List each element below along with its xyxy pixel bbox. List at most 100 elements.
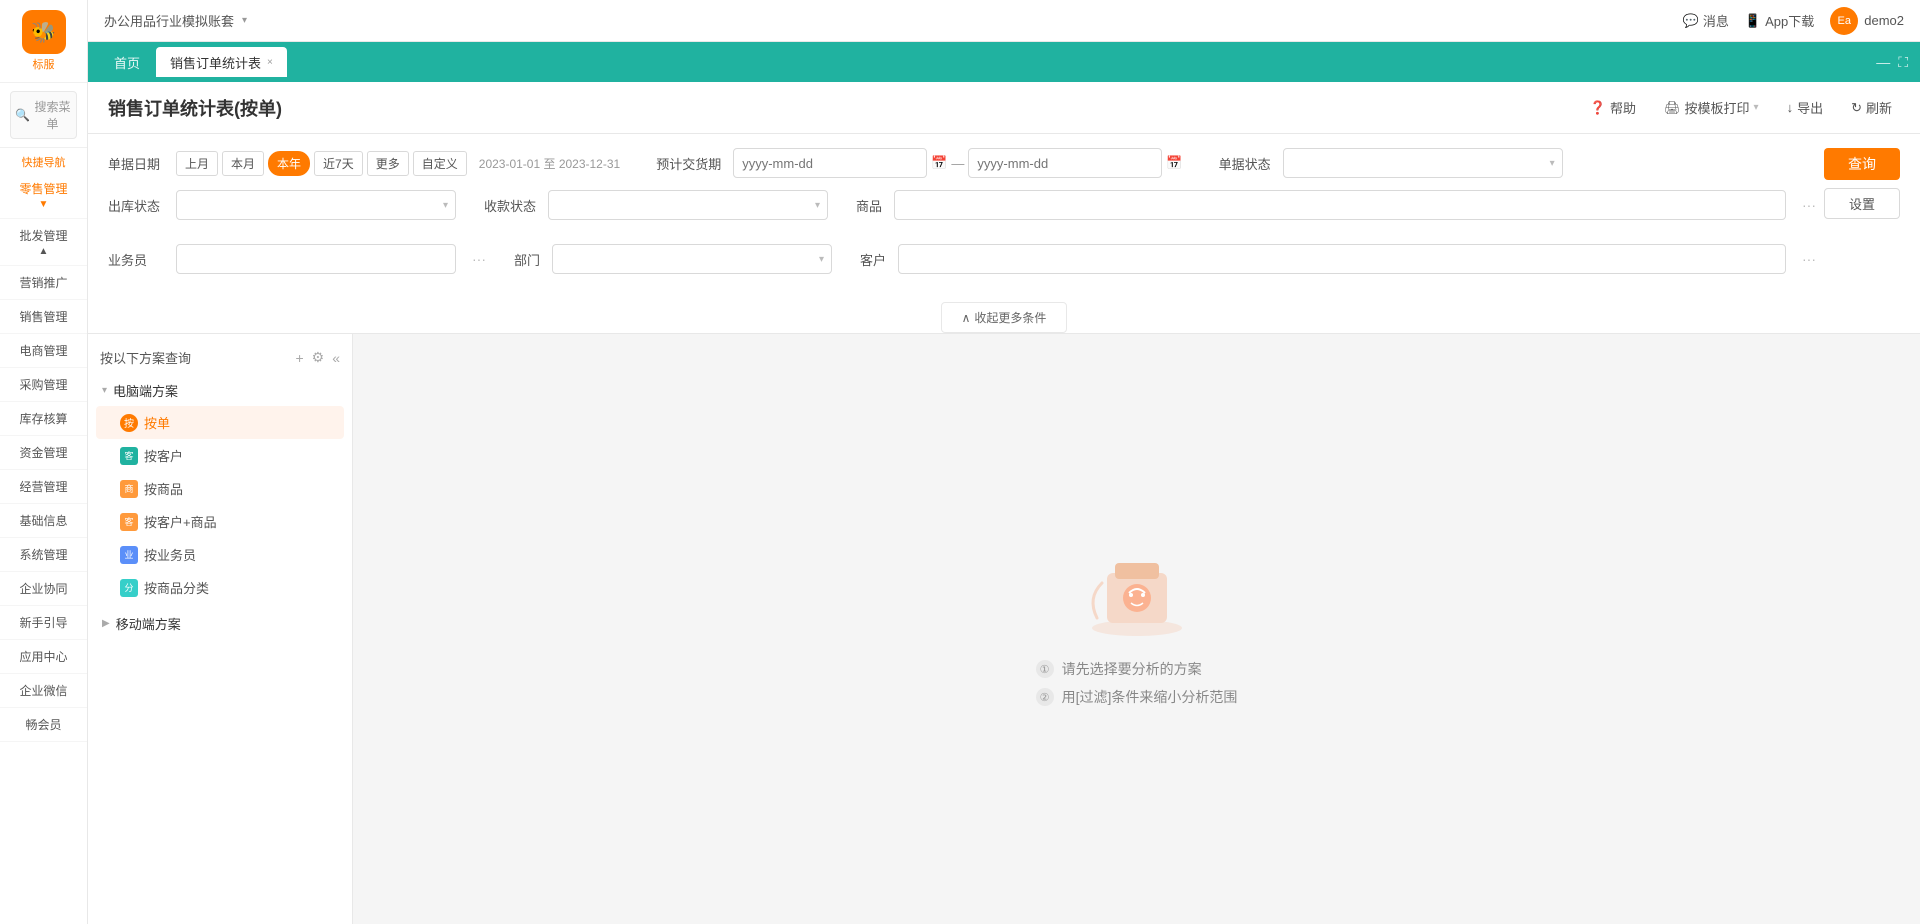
sidebar-item-enterprise-wechat[interactable]: 企业微信 xyxy=(0,674,87,708)
filter-line-3: 业务员 ··· 部门 ▾ 客户 ··· xyxy=(108,244,1816,286)
date-btn-this-year[interactable]: 本年 xyxy=(268,151,310,176)
print-button[interactable]: 🖨 按模板打印 ▾ xyxy=(1656,94,1767,121)
date-buttons: 上月 本月 本年 近7天 更多 自定义 xyxy=(176,151,467,176)
tree-item-by-customer[interactable]: 客 按客户 xyxy=(96,439,344,472)
tab-sales-order-stats[interactable]: 销售订单统计表 × xyxy=(156,47,287,77)
collapse-button[interactable]: ∧ 收起更多条件 xyxy=(941,302,1068,333)
filter-fields: 单据日期 上月 本月 本年 近7天 更多 自定义 2023-01-01 至 20… xyxy=(108,148,1816,286)
tab-close-icon[interactable]: × xyxy=(267,57,273,68)
customer-input[interactable] xyxy=(898,244,1786,274)
tab-active-label: 销售订单统计表 xyxy=(170,53,261,72)
filter-panel: 单据日期 上月 本月 本年 近7天 更多 自定义 2023-01-01 至 20… xyxy=(88,134,1920,334)
app-title-dropdown[interactable]: ▾ xyxy=(242,15,247,26)
sidebar-item-inventory[interactable]: 库存核算 xyxy=(0,402,87,436)
tree-item-by-salesperson[interactable]: 业 按业务员 xyxy=(96,538,344,571)
customer-label: 客户 xyxy=(860,250,886,269)
user-avatar: Ea xyxy=(1830,7,1858,35)
query-button[interactable]: 查询 xyxy=(1824,148,1900,180)
left-panel-settings-button[interactable]: ⚙ xyxy=(312,349,325,366)
customer-dots[interactable]: ··· xyxy=(1802,251,1816,267)
tree-item-by-category[interactable]: 分 按商品分类 xyxy=(96,571,344,604)
settings-button[interactable]: 设置 xyxy=(1824,188,1900,219)
tree-item-by-product[interactable]: 商 按商品 xyxy=(96,472,344,505)
date-btn-this-month[interactable]: 本月 xyxy=(222,151,264,176)
collapse-row: ∧ 收起更多条件 xyxy=(108,294,1900,333)
left-panel-add-button[interactable]: + xyxy=(295,350,303,366)
sidebar-item-ecommerce[interactable]: 电商管理 xyxy=(0,334,87,368)
tab-maximize-btn[interactable]: ⛶ xyxy=(1898,54,1908,71)
sidebar-item-enterprise[interactable]: 企业协同 xyxy=(0,572,87,606)
shipment-select-wrap: ▾ xyxy=(176,190,456,220)
wholesale-label: 批发管理 xyxy=(19,227,67,244)
expected-date-start-input[interactable] xyxy=(733,148,927,178)
tree-icon-by-category: 分 xyxy=(120,579,138,597)
left-panel-actions: + ⚙ « xyxy=(295,349,340,366)
cal-icon-2: 📅 xyxy=(1166,155,1182,171)
download-icon: 📱 xyxy=(1745,13,1761,29)
sidebar-item-wholesale[interactable]: 批发管理 ▲ xyxy=(0,219,87,266)
app-title: 办公用品行业模拟账套 xyxy=(104,11,234,30)
page-actions: ❓ 帮助 🖨 按模板打印 ▾ ↓ 导出 ↻ 刷新 xyxy=(1582,94,1900,121)
tab-bar-right: — ⛶ xyxy=(1876,54,1908,71)
product-dots[interactable]: ··· xyxy=(1802,197,1816,213)
tab-home[interactable]: 首页 xyxy=(100,47,154,77)
retail-arrow: ▼ xyxy=(39,199,49,210)
app-download-button[interactable]: 📱 App下载 xyxy=(1745,11,1814,30)
date-btn-last7[interactable]: 近7天 xyxy=(314,151,363,176)
refresh-button[interactable]: ↻ 刷新 xyxy=(1843,94,1900,121)
date-btn-more[interactable]: 更多 xyxy=(367,151,409,176)
status-select-wrap: ▾ xyxy=(1283,148,1563,178)
tree-icon-by-salesperson: 业 xyxy=(120,546,138,564)
left-panel-collapse-button[interactable]: « xyxy=(332,350,340,366)
enterprise-wechat-label: 企业微信 xyxy=(19,682,67,699)
sidebar-item-member[interactable]: 畅会员 xyxy=(0,708,87,742)
cal-icon-1: 📅 xyxy=(931,155,947,171)
expected-date-end-input[interactable] xyxy=(968,148,1162,178)
left-panel-header: 按以下方案查询 + ⚙ « xyxy=(88,344,352,375)
sidebar-item-purchase[interactable]: 采购管理 xyxy=(0,368,87,402)
tree-label-by-customer-product: 按客户+商品 xyxy=(144,512,217,531)
sidebar-item-system[interactable]: 系统管理 xyxy=(0,538,87,572)
sidebar-item-sales[interactable]: 销售管理 xyxy=(0,300,87,334)
department-select[interactable] xyxy=(552,244,832,274)
sidebar-item-basic-info[interactable]: 基础信息 xyxy=(0,504,87,538)
product-input[interactable] xyxy=(894,190,1786,220)
date-btn-custom[interactable]: 自定义 xyxy=(413,151,467,176)
user-profile[interactable]: Ea demo2 xyxy=(1830,7,1904,35)
sidebar-search-area: 🔍 搜索菜单 xyxy=(0,83,87,148)
search-menu-button[interactable]: 🔍 搜索菜单 xyxy=(10,91,77,139)
search-menu-label: 搜索菜单 xyxy=(33,98,72,132)
message-button[interactable]: 💬 消息 xyxy=(1683,11,1729,30)
sidebar-item-guide[interactable]: 新手引导 xyxy=(0,606,87,640)
status-select[interactable] xyxy=(1283,148,1563,178)
sidebar-item-app-center[interactable]: 应用中心 xyxy=(0,640,87,674)
desktop-group-arrow: ▾ xyxy=(102,385,107,396)
left-panel: 按以下方案查询 + ⚙ « ▾ 电脑端方案 按 按单 xyxy=(88,334,353,924)
empty-hint-2: ② 用[过滤]条件来缩小分析范围 xyxy=(1036,687,1238,707)
sidebar-item-retail[interactable]: 零售管理 ▼ xyxy=(0,172,87,219)
tree-label-by-order: 按单 xyxy=(144,413,170,432)
shipment-select[interactable] xyxy=(176,190,456,220)
tab-minimize-btn[interactable]: — xyxy=(1876,54,1890,70)
salesperson-dots[interactable]: ··· xyxy=(472,251,486,267)
export-button[interactable]: ↓ 导出 xyxy=(1779,94,1832,121)
mobile-group-header[interactable]: ▶ 移动端方案 xyxy=(96,608,344,639)
empty-hints: ① 请先选择要分析的方案 ② 用[过滤]条件来缩小分析范围 xyxy=(1036,659,1238,715)
page-header: 销售订单统计表(按单) ❓ 帮助 🖨 按模板打印 ▾ ↓ 导出 ↻ 刷新 xyxy=(88,82,1920,134)
tree-icon-by-product: 商 xyxy=(120,480,138,498)
tree-item-by-customer-product[interactable]: 客 按客户+商品 xyxy=(96,505,344,538)
sidebar-item-operations[interactable]: 经营管理 xyxy=(0,470,87,504)
sidebar-item-finance[interactable]: 资金管理 xyxy=(0,436,87,470)
department-label: 部门 xyxy=(514,250,540,269)
marketing-label: 营销推广 xyxy=(19,274,67,291)
salesperson-input[interactable] xyxy=(176,244,456,274)
help-button[interactable]: ❓ 帮助 xyxy=(1582,94,1644,121)
payment-select[interactable] xyxy=(548,190,828,220)
date-btn-last-month[interactable]: 上月 xyxy=(176,151,218,176)
sidebar-item-marketing[interactable]: 营销推广 xyxy=(0,266,87,300)
hint-num-2: ② xyxy=(1036,688,1054,706)
tree-item-by-order[interactable]: 按 按单 xyxy=(96,406,344,439)
header-right: 💬 消息 📱 App下载 Ea demo2 xyxy=(1683,7,1904,35)
desktop-group-header[interactable]: ▾ 电脑端方案 xyxy=(96,375,344,406)
tree-icon-by-order: 按 xyxy=(120,414,138,432)
